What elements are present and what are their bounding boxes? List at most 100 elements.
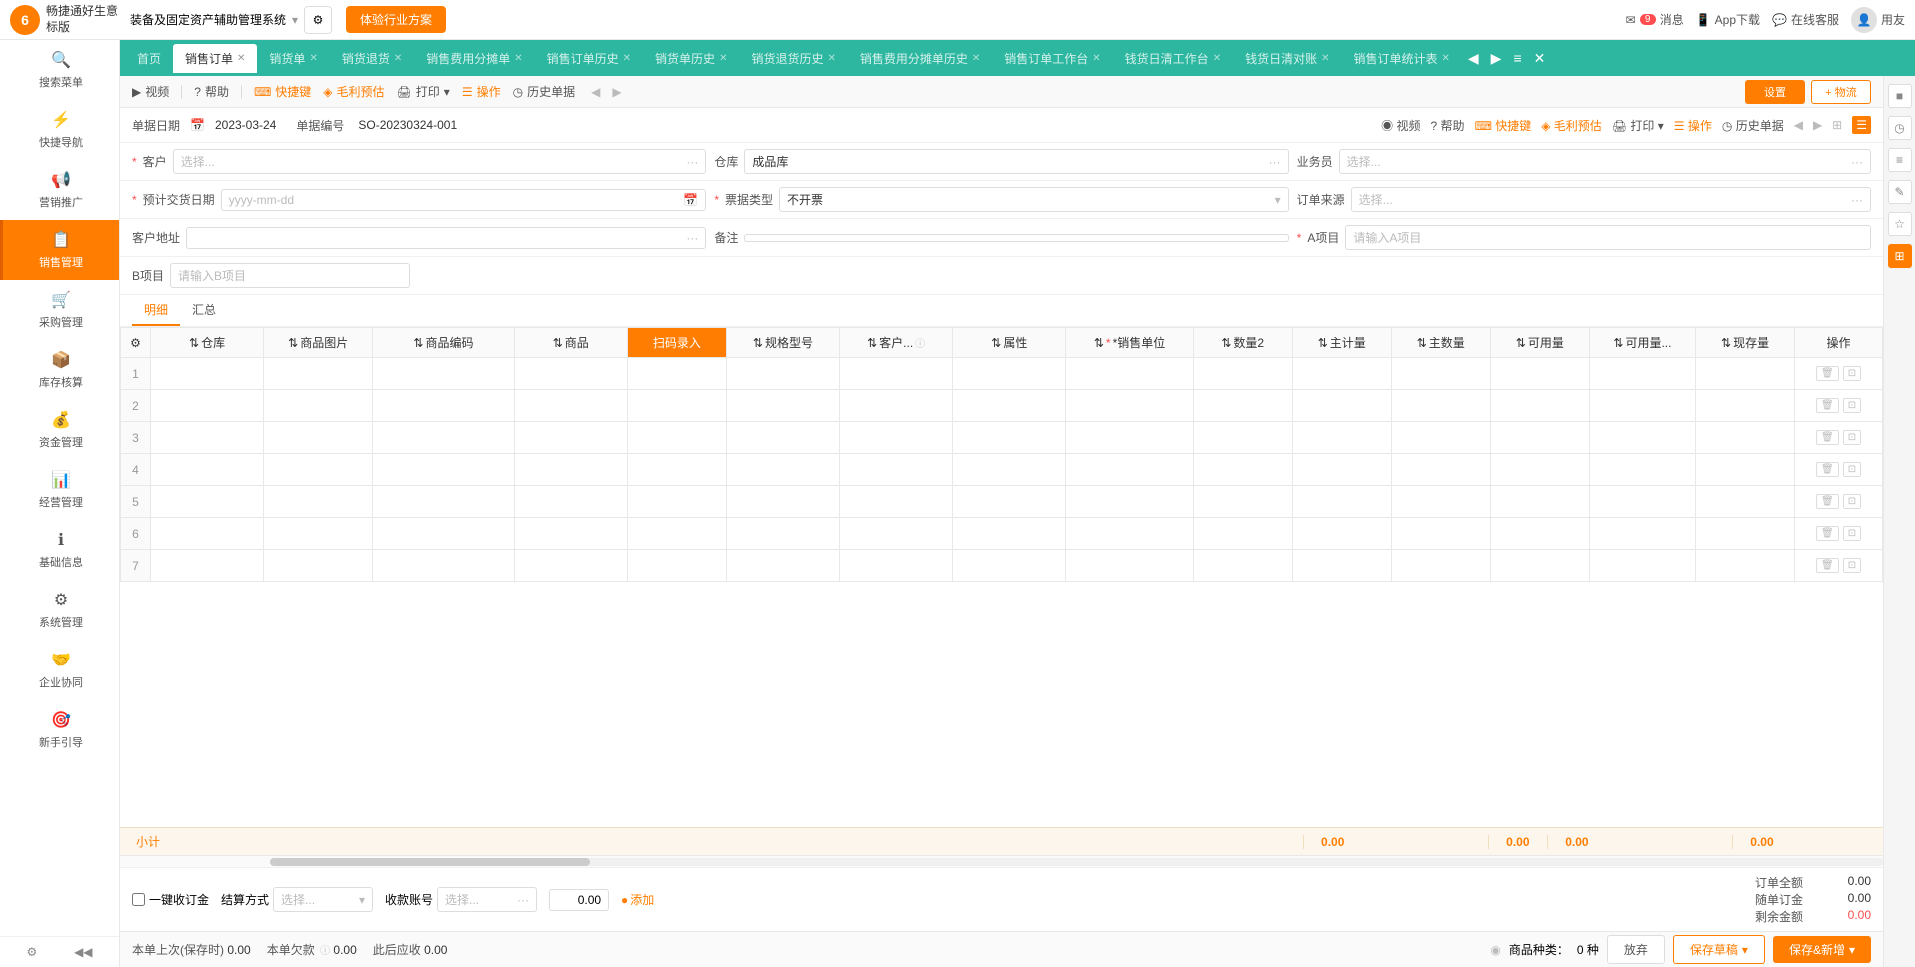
scrollbar-row[interactable] <box>120 855 1883 867</box>
row-6-main-unit[interactable] <box>1292 518 1391 550</box>
add-logistics-btn[interactable]: + 物流 <box>1811 80 1871 104</box>
sidebar-item-inventory[interactable]: 📦 库存核算 <box>0 340 119 400</box>
row-5-unit[interactable] <box>1066 486 1193 518</box>
row-5-image[interactable] <box>264 486 373 518</box>
row-5-customer-code[interactable] <box>840 486 953 518</box>
add-btn[interactable]: ● 添加 <box>621 891 654 908</box>
panel-icon-1[interactable]: ■ <box>1888 84 1912 108</box>
row-7-delete-btn[interactable]: 🗑 <box>1816 558 1839 573</box>
invoice-type-select[interactable]: 不开票 ▾ <box>779 187 1289 212</box>
row-6-customer-code[interactable] <box>840 518 953 550</box>
row-1-stock[interactable] <box>1696 358 1795 390</box>
save-new-btn[interactable]: 保存&新增 ▾ <box>1773 936 1871 963</box>
sidebar-item-operations[interactable]: 📊 经营管理 <box>0 460 119 520</box>
row-2-customer-code[interactable] <box>840 390 953 422</box>
tab-sales-order[interactable]: 销售订单 ✕ <box>173 44 257 73</box>
row-1-main-qty[interactable] <box>1391 358 1490 390</box>
help-btn[interactable]: ? 帮助 <box>194 83 229 100</box>
row-1-spec[interactable] <box>726 358 839 390</box>
col-spec-sort[interactable]: ⇅ <box>753 336 763 350</box>
sidebar-item-enterprise[interactable]: 🤝 企业协同 <box>0 640 119 700</box>
col-code-sort[interactable]: ⇅ <box>413 336 423 350</box>
panel-icon-4[interactable]: ✎ <box>1888 180 1912 204</box>
tab-sales-stats-close[interactable]: ✕ <box>1442 53 1450 64</box>
row-4-qty2[interactable] <box>1193 454 1292 486</box>
settlement-select[interactable]: 选择... ▾ <box>273 887 373 912</box>
row-4-customer-code[interactable] <box>840 454 953 486</box>
row-4-unit[interactable] <box>1066 454 1193 486</box>
amount-input[interactable]: 0.00 <box>549 889 609 911</box>
row-3-warehouse[interactable] <box>151 422 264 454</box>
row-5-code[interactable] <box>373 486 514 518</box>
tab-detail[interactable]: 明细 <box>132 295 180 326</box>
panel-icon-3[interactable]: ≡ <box>1888 148 1912 172</box>
tab-daily-workbench[interactable]: 钱货日清工作台 ✕ <box>1113 44 1233 73</box>
sidebar-item-sales[interactable]: 📋 销售管理 <box>0 220 119 280</box>
row-3-code[interactable] <box>373 422 514 454</box>
row-2-product[interactable] <box>514 390 627 422</box>
row-6-stock[interactable] <box>1696 518 1795 550</box>
row-7-available2[interactable] <box>1589 550 1695 582</box>
b-project-input[interactable]: 请输入B项目 <box>170 263 410 288</box>
row-4-main-unit[interactable] <box>1292 454 1391 486</box>
tab-order-history-close[interactable]: ✕ <box>623 53 631 64</box>
sidebar-item-finance[interactable]: 💰 资金管理 <box>0 400 119 460</box>
tab-expense-history[interactable]: 销售费用分摊单历史 ✕ <box>848 44 992 73</box>
tab-daily-workbench-close[interactable]: ✕ <box>1213 53 1221 64</box>
row-4-stock[interactable] <box>1696 454 1795 486</box>
tab-invoice-history[interactable]: 销货单历史 ✕ <box>643 44 739 73</box>
row-3-attribute[interactable] <box>953 422 1066 454</box>
row-3-delete-btn[interactable]: 🗑 <box>1816 430 1839 445</box>
row-6-unit[interactable] <box>1066 518 1193 550</box>
sidebar-item-quicknav[interactable]: ⚡ 快捷导航 <box>0 100 119 160</box>
row-4-scan[interactable] <box>627 454 726 486</box>
sidebar-item-guide[interactable]: 🎯 新手引导 <box>0 700 119 760</box>
col-available-sort[interactable]: ⇅ <box>1516 336 1526 350</box>
row-2-warehouse[interactable] <box>151 390 264 422</box>
remark-input[interactable] <box>744 234 1288 242</box>
row-1-delete-btn[interactable]: 🗑 <box>1816 366 1839 381</box>
row-2-main-unit[interactable] <box>1292 390 1391 422</box>
row-5-available2[interactable] <box>1589 486 1695 518</box>
delivery-date-input-wrapper[interactable]: yyyy-mm-dd 📅 <box>221 189 707 211</box>
row-3-available2[interactable] <box>1589 422 1695 454</box>
row-2-scan[interactable] <box>627 390 726 422</box>
row-1-available2[interactable] <box>1589 358 1695 390</box>
row-3-copy-btn[interactable]: ⊡ <box>1843 430 1861 445</box>
row-5-product[interactable] <box>514 486 627 518</box>
row-2-attribute[interactable] <box>953 390 1066 422</box>
shortcut-btn[interactable]: ⌨ 快捷键 <box>254 83 311 100</box>
row-5-main-unit[interactable] <box>1292 486 1391 518</box>
tab-prev-btn[interactable]: ◀ <box>1462 50 1485 67</box>
row-3-customer-code[interactable] <box>840 422 953 454</box>
message-btn[interactable]: ✉ 9 消息 <box>1626 11 1684 28</box>
a-project-input[interactable]: 请输入A项目 <box>1345 225 1871 250</box>
tab-sales-order-close[interactable]: ✕ <box>237 53 245 64</box>
sidebar-item-marketing[interactable]: 📢 营销推广 <box>0 160 119 220</box>
online-service-btn[interactable]: 💬 在线客服 <box>1772 11 1839 28</box>
col-attribute-sort[interactable]: ⇅ <box>991 336 1001 350</box>
address-input[interactable]: ··· <box>186 227 706 249</box>
tab-close-all-btn[interactable]: ✕ <box>1528 50 1552 67</box>
panel-icon-5[interactable]: ☆ <box>1888 212 1912 236</box>
row-2-unit[interactable] <box>1066 390 1193 422</box>
nav-prev-right[interactable]: ◀ <box>1794 118 1803 132</box>
sidebar-settings-icon[interactable]: ⚙ <box>26 945 37 959</box>
row-7-warehouse[interactable] <box>151 550 264 582</box>
tab-workbench-close[interactable]: ✕ <box>1092 53 1100 64</box>
settings-btn[interactable]: 设置 <box>1745 80 1805 104</box>
nav-next-right[interactable]: ▶ <box>1813 118 1822 132</box>
row-2-stock[interactable] <box>1696 390 1795 422</box>
row-3-scan[interactable] <box>627 422 726 454</box>
row-7-copy-btn[interactable]: ⊡ <box>1843 558 1861 573</box>
row-4-product[interactable] <box>514 454 627 486</box>
row-7-spec[interactable] <box>726 550 839 582</box>
account-select[interactable]: 选择... ··· <box>437 887 537 912</box>
row-6-delete-btn[interactable]: 🗑 <box>1816 526 1839 541</box>
history-btn[interactable]: ◷ 历史单据 <box>513 83 576 100</box>
profit-forecast-btn[interactable]: ◈ 毛利预估 <box>323 83 384 100</box>
col-customer-code-sort[interactable]: ⇅ <box>867 336 877 350</box>
tab-next-btn[interactable]: ▶ <box>1485 50 1508 67</box>
tab-sales-expense-close[interactable]: ✕ <box>514 53 522 64</box>
row-3-product[interactable] <box>514 422 627 454</box>
